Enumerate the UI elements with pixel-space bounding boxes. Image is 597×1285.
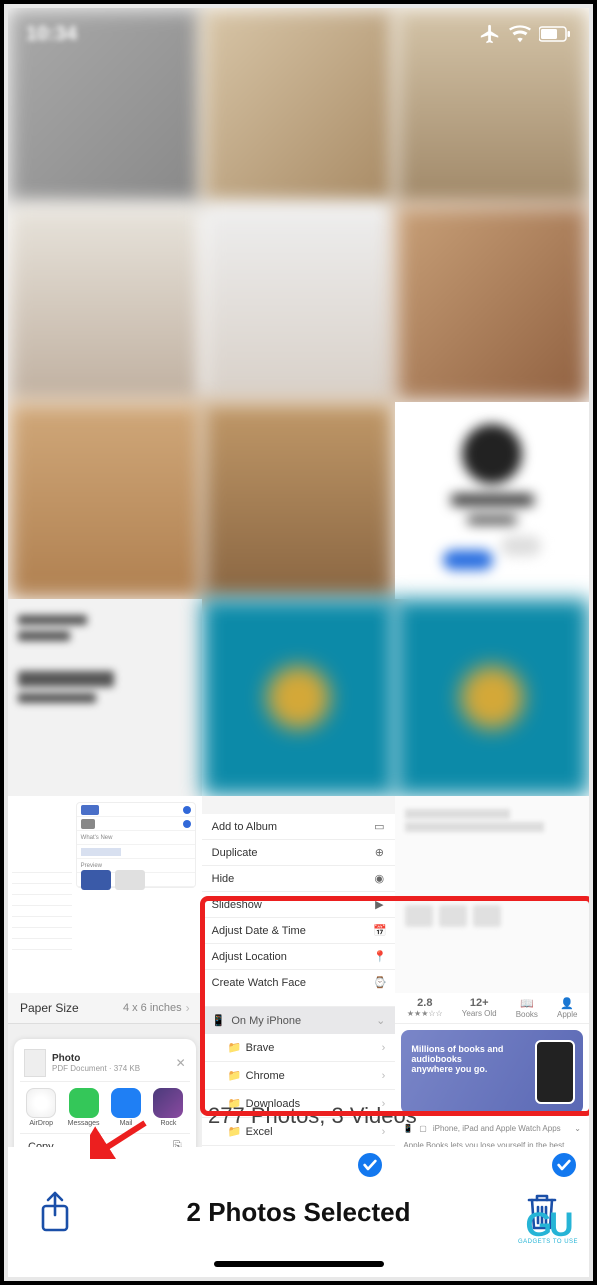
- calendar-icon: 📅: [373, 924, 385, 937]
- photo-thumbnail[interactable]: [202, 402, 396, 599]
- photo-thumbnail[interactable]: [8, 205, 202, 402]
- airdrop-icon: [26, 1088, 56, 1118]
- photo-thumbnail[interactable]: What's New Preview: [8, 796, 202, 993]
- rock-app-icon: [153, 1088, 183, 1118]
- photo-thumbnail[interactable]: [8, 599, 202, 796]
- promo-phone-icon: [535, 1040, 575, 1104]
- action-hide: Hide: [212, 873, 368, 885]
- duplicate-icon: ⊕: [373, 846, 385, 859]
- photo-thumbnail[interactable]: [395, 205, 589, 402]
- photo-thumbnail[interactable]: [202, 205, 396, 402]
- share-icon: [37, 1190, 73, 1234]
- files-location-row: 📱 On My iPhone ⌄: [202, 1007, 396, 1034]
- photo-thumbnail[interactable]: [395, 402, 589, 599]
- paper-size-label: Paper Size: [20, 1001, 79, 1015]
- document-thumbnail-icon: [24, 1049, 46, 1077]
- action-adjust-location: Adjust Location: [212, 951, 368, 963]
- album-icon: ▭: [373, 820, 385, 833]
- document-title: Photo: [52, 1053, 140, 1064]
- slideshow-icon: ▶: [373, 898, 385, 911]
- screen: 10:34: [8, 8, 589, 1277]
- files-location-label: On My iPhone: [231, 1015, 301, 1027]
- paper-size-value: 4 x 6 inches: [123, 1002, 182, 1014]
- action-add-to-album: Add to Album: [212, 821, 368, 833]
- photo-grid[interactable]: What's New Preview Add to Album ▭ Duplica…: [8, 8, 589, 1077]
- home-indicator[interactable]: [214, 1261, 384, 1267]
- folder-chrome: Chrome: [246, 1070, 376, 1082]
- document-subtitle: PDF Document · 374 KB: [52, 1064, 140, 1073]
- close-icon: ✕: [176, 1056, 186, 1070]
- folder-brave: Brave: [246, 1042, 376, 1054]
- share-button[interactable]: [34, 1188, 76, 1236]
- photo-thumbnail[interactable]: [395, 599, 589, 796]
- action-slideshow: Slideshow: [212, 899, 368, 911]
- annotation-arrow-icon: [90, 1119, 150, 1159]
- chevron-right-icon: ›: [382, 1042, 386, 1054]
- wifi-icon: [509, 25, 531, 43]
- action-duplicate: Duplicate: [212, 847, 368, 859]
- photo-thumbnail[interactable]: [8, 402, 202, 599]
- share-actions-list: Add to Album ▭ Duplicate ⊕ Hide ◉ Slideshow…: [202, 796, 396, 993]
- bottom-toolbar: 2 Photos Selected: [8, 1147, 589, 1277]
- chevron-right-icon: ›: [382, 1070, 386, 1082]
- status-icons: [479, 23, 571, 45]
- selection-checkmark-icon[interactable]: [549, 1150, 579, 1180]
- watermark-logo: GU GADGETS TO USE: [515, 1212, 581, 1245]
- appstore-promo-card: Millions of books and audiobooks anywher…: [401, 1030, 583, 1114]
- folder-icon: 📁: [228, 1041, 240, 1054]
- chevron-right-icon: ›: [186, 1001, 190, 1015]
- mail-icon: [111, 1088, 141, 1118]
- chevron-down-icon: ⌄: [376, 1014, 385, 1027]
- watch-icon: ⌚: [373, 976, 385, 989]
- hide-icon: ◉: [373, 872, 385, 885]
- photo-thumbnail[interactable]: Add to Album ▭ Duplicate ⊕ Hide ◉ Slideshow…: [202, 796, 396, 993]
- action-watch-face: Create Watch Face: [212, 977, 368, 989]
- photo-thumbnail[interactable]: [202, 599, 396, 796]
- phone-frame: 10:34: [0, 0, 597, 1285]
- photo-thumbnail[interactable]: [395, 796, 589, 993]
- status-bar: 10:34: [8, 16, 589, 52]
- action-adjust-date: Adjust Date & Time: [212, 925, 368, 937]
- battery-icon: [539, 26, 571, 42]
- selection-title: 2 Photos Selected: [8, 1197, 589, 1228]
- location-icon: 📍: [373, 950, 385, 963]
- photo-count-label: 277 Photos, 3 Videos: [208, 1103, 589, 1129]
- appstore-stats: 2.8★★★☆☆ 12+Years Old 📖Books 👤Apple: [395, 993, 589, 1024]
- messages-icon: [69, 1088, 99, 1118]
- status-time: 10:34: [26, 23, 77, 46]
- airplane-mode-icon: [479, 23, 501, 45]
- paper-size-row: Paper Size 4 x 6 inches ›: [8, 993, 202, 1024]
- phone-icon: 📱: [212, 1014, 226, 1027]
- folder-icon: 📁: [228, 1069, 240, 1082]
